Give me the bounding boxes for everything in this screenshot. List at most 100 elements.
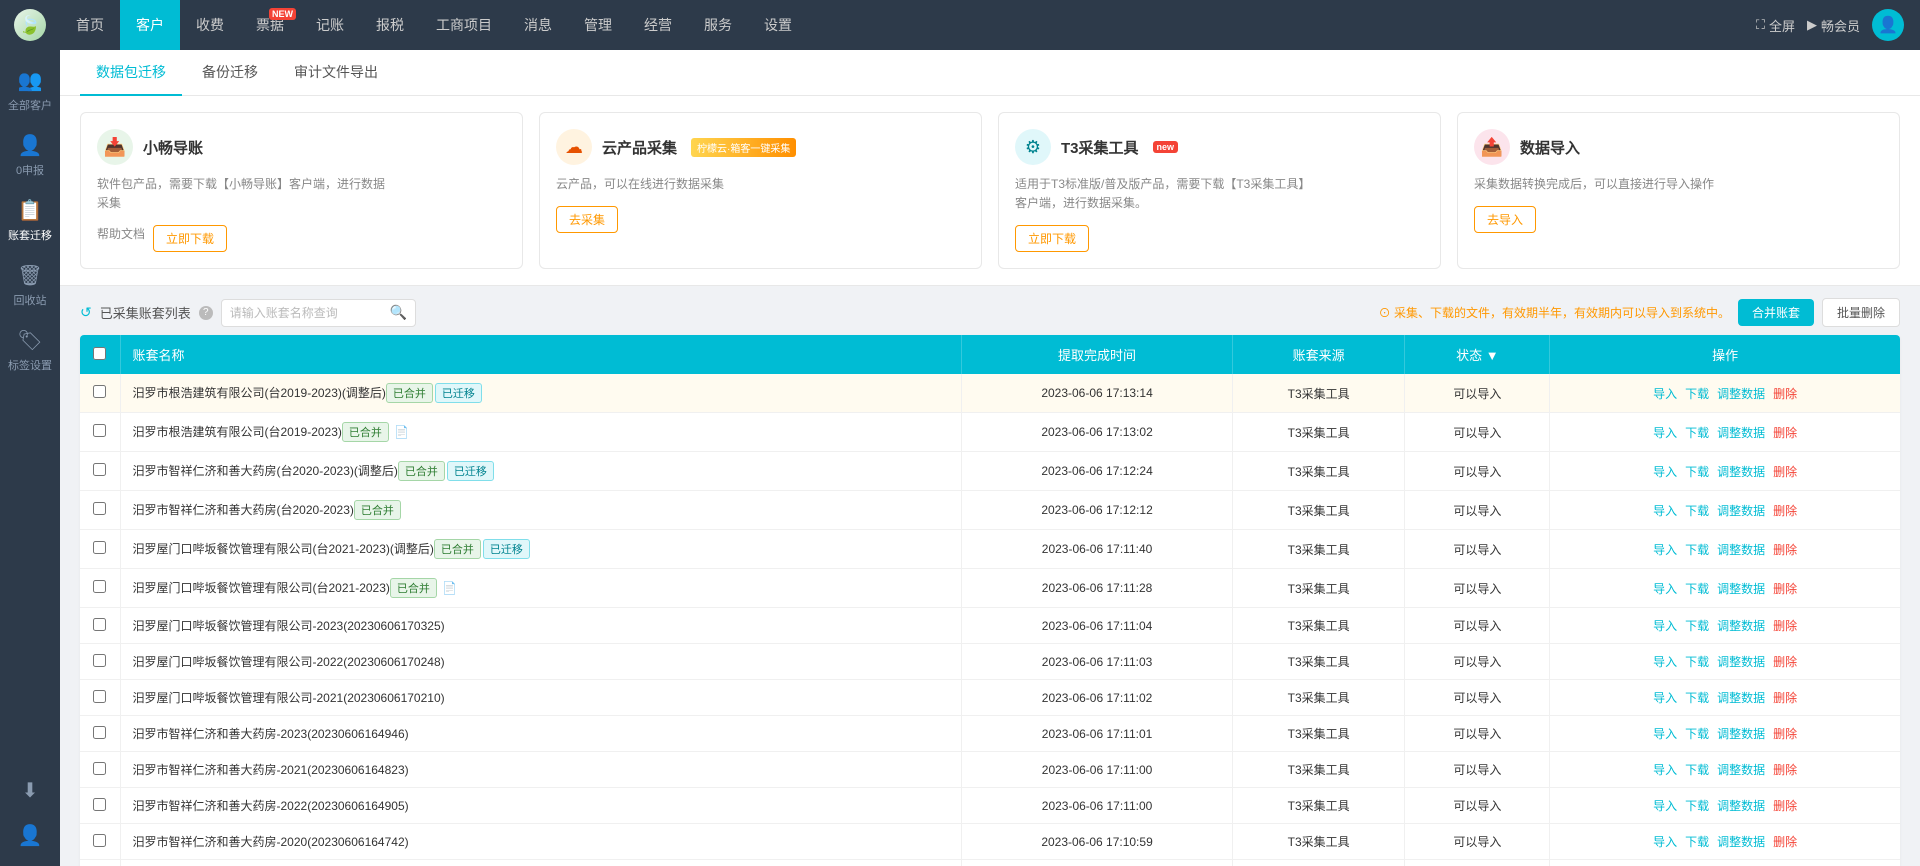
fullscreen-btn[interactable]: ⛶ 全屏 xyxy=(1756,16,1795,35)
nav-invoice[interactable]: 票据 NEW xyxy=(240,0,300,50)
action-导入[interactable]: 导入 xyxy=(1653,582,1677,596)
nav-manage[interactable]: 管理 xyxy=(568,0,628,50)
row-checkbox[interactable] xyxy=(93,834,106,847)
action-导入[interactable]: 导入 xyxy=(1653,835,1677,849)
action-调整数据[interactable]: 调整数据 xyxy=(1717,835,1765,849)
action-删除[interactable]: 删除 xyxy=(1773,727,1797,741)
batch-delete-btn[interactable]: 批量删除 xyxy=(1822,298,1900,327)
tab-backup-migration[interactable]: 备份迁移 xyxy=(186,50,274,96)
action-删除[interactable]: 删除 xyxy=(1773,543,1797,557)
avatar[interactable]: 👤 xyxy=(1872,9,1904,41)
row-checkbox[interactable] xyxy=(93,424,106,437)
sidebar-item-tag-settings[interactable]: 🏷 标签设置 xyxy=(0,318,60,383)
nav-settings[interactable]: 设置 xyxy=(748,0,808,50)
action-导入[interactable]: 导入 xyxy=(1653,727,1677,741)
nav-client[interactable]: 客户 xyxy=(120,0,180,50)
merge-accounts-btn[interactable]: 合并账套 xyxy=(1738,299,1814,326)
row-checkbox[interactable] xyxy=(93,541,106,554)
action-删除[interactable]: 删除 xyxy=(1773,619,1797,633)
row-checkbox[interactable] xyxy=(93,618,106,631)
row-checkbox[interactable] xyxy=(93,385,106,398)
go-import-btn[interactable]: 去导入 xyxy=(1474,206,1536,233)
sidebar-item-all-clients[interactable]: 👥 全部客户 xyxy=(0,58,60,123)
col-status[interactable]: 状态 ▼ xyxy=(1405,335,1550,374)
action-下载[interactable]: 下载 xyxy=(1685,727,1709,741)
action-删除[interactable]: 删除 xyxy=(1773,387,1797,401)
action-删除[interactable]: 删除 xyxy=(1773,582,1797,596)
nav-billing[interactable]: 收费 xyxy=(180,0,240,50)
action-下载[interactable]: 下载 xyxy=(1685,387,1709,401)
action-导入[interactable]: 导入 xyxy=(1653,504,1677,518)
action-下载[interactable]: 下载 xyxy=(1685,799,1709,813)
action-导入[interactable]: 导入 xyxy=(1653,763,1677,777)
action-下载[interactable]: 下载 xyxy=(1685,655,1709,669)
download-t3-btn[interactable]: 立即下载 xyxy=(1015,225,1089,252)
action-调整数据[interactable]: 调整数据 xyxy=(1717,465,1765,479)
action-下载[interactable]: 下载 xyxy=(1685,835,1709,849)
row-checkbox[interactable] xyxy=(93,502,106,515)
action-删除[interactable]: 删除 xyxy=(1773,691,1797,705)
row-checkbox[interactable] xyxy=(93,798,106,811)
action-调整数据[interactable]: 调整数据 xyxy=(1717,426,1765,440)
download-now-btn[interactable]: 立即下载 xyxy=(153,225,227,252)
action-调整数据[interactable]: 调整数据 xyxy=(1717,582,1765,596)
sidebar-item-zero-report[interactable]: 👤 0申报 xyxy=(0,123,60,188)
nav-home[interactable]: 首页 xyxy=(60,0,120,50)
action-删除[interactable]: 删除 xyxy=(1773,426,1797,440)
action-导入[interactable]: 导入 xyxy=(1653,465,1677,479)
go-collect-btn[interactable]: 去采集 xyxy=(556,206,618,233)
action-导入[interactable]: 导入 xyxy=(1653,799,1677,813)
action-删除[interactable]: 删除 xyxy=(1773,465,1797,479)
sidebar-item-account-migration[interactable]: 📋 账套迁移 xyxy=(0,188,60,253)
nav-service[interactable]: 服务 xyxy=(688,0,748,50)
tab-data-migration[interactable]: 数据包迁移 xyxy=(80,50,182,96)
action-下载[interactable]: 下载 xyxy=(1685,582,1709,596)
action-下载[interactable]: 下载 xyxy=(1685,691,1709,705)
action-下载[interactable]: 下载 xyxy=(1685,619,1709,633)
action-调整数据[interactable]: 调整数据 xyxy=(1717,619,1765,633)
action-调整数据[interactable]: 调整数据 xyxy=(1717,504,1765,518)
refresh-icon[interactable]: ↺ xyxy=(80,304,92,321)
nav-operation[interactable]: 经营 xyxy=(628,0,688,50)
select-all-checkbox[interactable] xyxy=(93,347,106,360)
action-导入[interactable]: 导入 xyxy=(1653,387,1677,401)
action-调整数据[interactable]: 调整数据 xyxy=(1717,763,1765,777)
action-调整数据[interactable]: 调整数据 xyxy=(1717,655,1765,669)
action-下载[interactable]: 下载 xyxy=(1685,763,1709,777)
help-doc-link[interactable]: 帮助文档 xyxy=(97,225,145,252)
action-下载[interactable]: 下载 xyxy=(1685,543,1709,557)
member-btn[interactable]: ▶ 畅会员 xyxy=(1807,16,1860,35)
row-checkbox[interactable] xyxy=(93,690,106,703)
row-checkbox[interactable] xyxy=(93,654,106,667)
action-调整数据[interactable]: 调整数据 xyxy=(1717,799,1765,813)
action-下载[interactable]: 下载 xyxy=(1685,465,1709,479)
nav-tax[interactable]: 报税 xyxy=(360,0,420,50)
search-button[interactable]: 🔍 xyxy=(390,304,407,321)
action-导入[interactable]: 导入 xyxy=(1653,655,1677,669)
action-导入[interactable]: 导入 xyxy=(1653,691,1677,705)
row-checkbox[interactable] xyxy=(93,580,106,593)
action-调整数据[interactable]: 调整数据 xyxy=(1717,387,1765,401)
action-删除[interactable]: 删除 xyxy=(1773,763,1797,777)
action-导入[interactable]: 导入 xyxy=(1653,543,1677,557)
sidebar-item-download[interactable]: ⬇ xyxy=(0,768,60,813)
row-checkbox[interactable] xyxy=(93,726,106,739)
action-调整数据[interactable]: 调整数据 xyxy=(1717,691,1765,705)
row-checkbox[interactable] xyxy=(93,762,106,775)
row-checkbox[interactable] xyxy=(93,463,106,476)
action-删除[interactable]: 删除 xyxy=(1773,835,1797,849)
action-删除[interactable]: 删除 xyxy=(1773,504,1797,518)
action-删除[interactable]: 删除 xyxy=(1773,655,1797,669)
action-下载[interactable]: 下载 xyxy=(1685,504,1709,518)
action-调整数据[interactable]: 调整数据 xyxy=(1717,543,1765,557)
sidebar-item-user[interactable]: 👤 xyxy=(0,813,60,858)
action-导入[interactable]: 导入 xyxy=(1653,619,1677,633)
action-下载[interactable]: 下载 xyxy=(1685,426,1709,440)
tab-audit-export[interactable]: 审计文件导出 xyxy=(278,50,394,96)
nav-message[interactable]: 消息 xyxy=(508,0,568,50)
action-调整数据[interactable]: 调整数据 xyxy=(1717,727,1765,741)
help-icon[interactable]: ? xyxy=(199,306,213,320)
action-删除[interactable]: 删除 xyxy=(1773,799,1797,813)
search-input[interactable] xyxy=(230,306,390,320)
nav-business[interactable]: 工商项目 xyxy=(420,0,508,50)
